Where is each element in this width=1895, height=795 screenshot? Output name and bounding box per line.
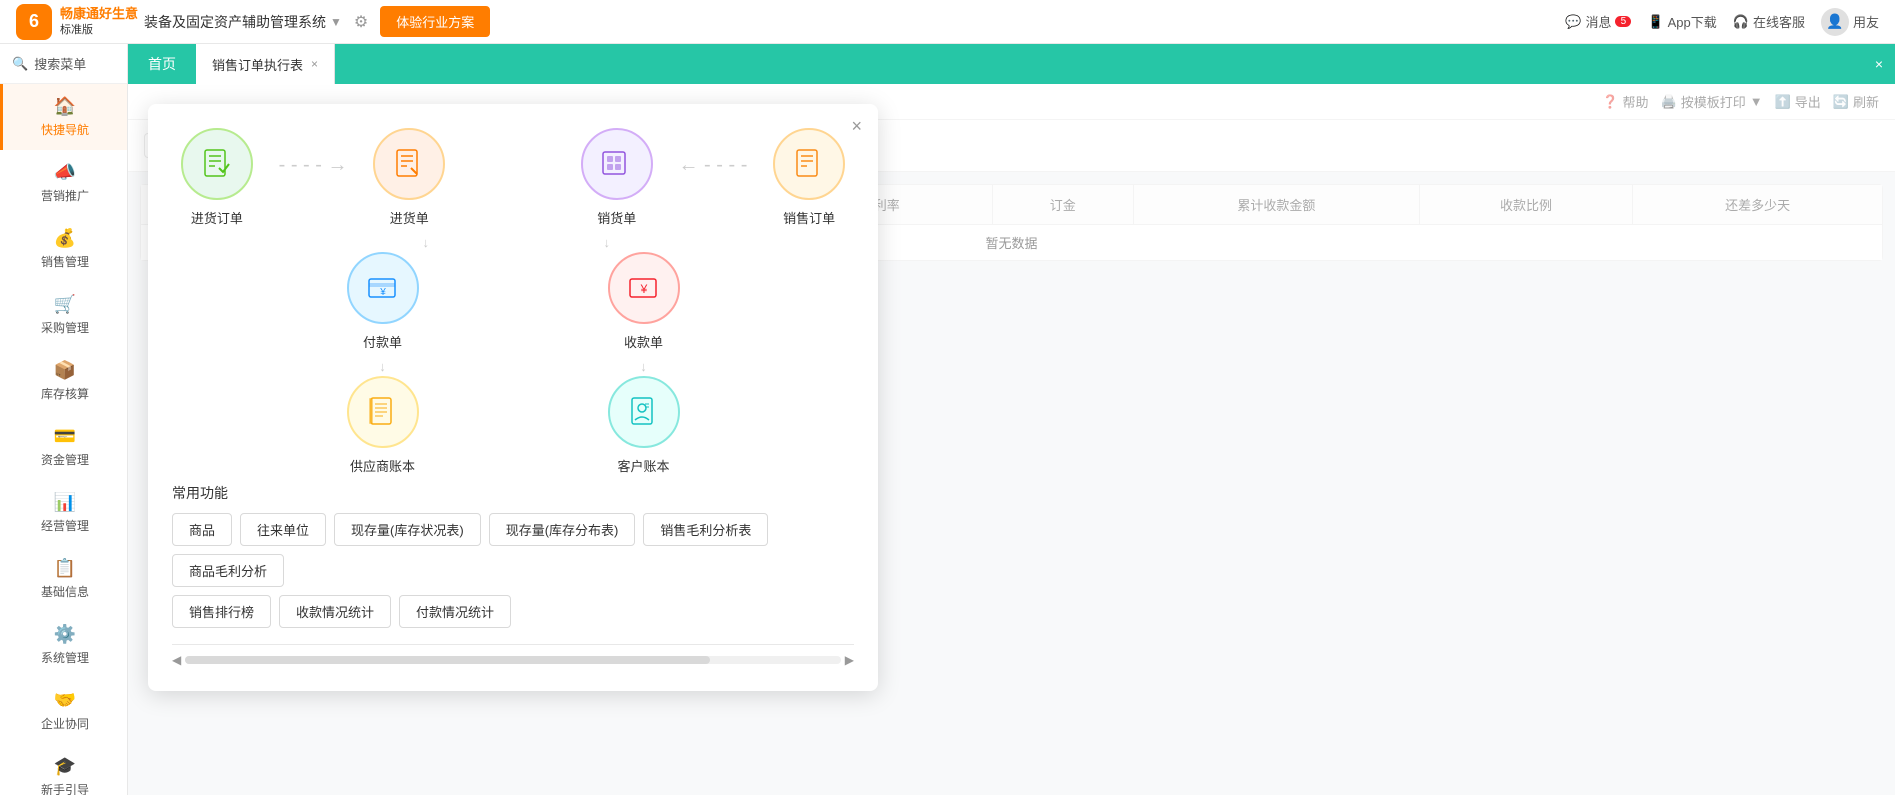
logo-area: 6 畅康通好生意 标准版	[16, 4, 144, 40]
purchase-order-icon	[181, 128, 253, 200]
phone-icon: 📱	[1647, 14, 1663, 30]
close-all-tabs-icon[interactable]: ×	[1875, 56, 1883, 72]
scroll-left-icon[interactable]: ◀	[172, 653, 181, 667]
sidebar: 🔍 搜索菜单 🏠 快捷导航 📣 营销推广 💰 销售管理 🛒 采购管理 📦	[0, 44, 128, 795]
guide-icon: 🎓	[54, 756, 76, 777]
flow-top-row: 进货订单 - - - - →	[172, 128, 854, 227]
message-icon: 💬	[1565, 14, 1581, 30]
sidebar-item-operations[interactable]: 📊 经营管理	[0, 480, 127, 546]
func-buttons-row2: 销售排行榜 收款情况统计 付款情况统计	[172, 595, 854, 628]
topbar-right: 💬 消息 5 📱 App下载 🎧 在线客服 👤 用友	[1565, 8, 1879, 36]
payment-bill-icon: ¥	[347, 252, 419, 324]
sidebar-item-quick-nav[interactable]: 🏠 快捷导航	[0, 84, 127, 150]
flow-mid-row: ¥ 付款单	[172, 252, 854, 351]
arrow-sales-order-to-bill: ← - - - -	[679, 154, 748, 201]
main-area: 🔍 搜索菜单 🏠 快捷导航 📣 营销推广 💰 销售管理 🛒 采购管理 📦	[0, 44, 1895, 795]
func-btn-stock-dist[interactable]: 现存量(库存分布表)	[489, 513, 636, 546]
func-btn-sales-margin[interactable]: 销售毛利分析表	[643, 513, 768, 546]
func-btn-partner[interactable]: 往来单位	[240, 513, 326, 546]
logo-text: 畅康通好生意 标准版	[60, 6, 138, 37]
flow-node-customer-ledger[interactable]: 客户账本	[608, 376, 680, 475]
scroll-thumb[interactable]	[185, 656, 709, 664]
sidebar-item-guide[interactable]: 🎓 新手引导	[0, 744, 127, 795]
modal-overlay: ×	[128, 84, 1895, 795]
purchase-icon: 🛒	[54, 294, 76, 315]
flow-node-purchase-bill[interactable]: 进货单	[373, 128, 445, 227]
func-btn-stock-status[interactable]: 现存量(库存状况表)	[334, 513, 481, 546]
system-name: 装备及固定资产辅助管理系统	[144, 12, 326, 32]
func-btn-product-margin[interactable]: 商品毛利分析	[172, 554, 284, 587]
func-btn-product[interactable]: 商品	[172, 513, 232, 546]
scroll-right-icon[interactable]: ▶	[845, 653, 854, 667]
settings-icon[interactable]: ⚙	[354, 12, 368, 32]
sidebar-item-system[interactable]: ⚙️ 系统管理	[0, 612, 127, 678]
inventory-icon: 📦	[54, 360, 76, 381]
sales-bill-icon	[581, 128, 653, 200]
flow-node-receipt-bill[interactable]: ¥ 收款单	[608, 252, 680, 351]
message-button[interactable]: 💬 消息 5	[1565, 12, 1631, 31]
horizontal-scrollbar: ◀ ▶	[172, 644, 854, 667]
receipt-bill-icon: ¥	[608, 252, 680, 324]
marketing-icon: 📣	[54, 162, 76, 183]
cooperation-icon: 🤝	[54, 690, 76, 711]
customer-ledger-icon	[608, 376, 680, 448]
basic-info-icon: 📋	[54, 558, 76, 579]
sidebar-item-cooperation[interactable]: 🤝 企业协同	[0, 678, 127, 744]
flow-node-sales-order[interactable]: 销售订单	[773, 128, 845, 227]
arrow-purchase-to-bill: - - - - →	[279, 154, 348, 201]
system-dropdown-icon[interactable]: ▼	[330, 15, 342, 29]
app-container: 6 畅康通好生意 标准版 装备及固定资产辅助管理系统 ▼ ⚙ 体验行业方案 💬 …	[0, 0, 1895, 795]
sidebar-item-marketing[interactable]: 📣 营销推广	[0, 150, 127, 216]
system-icon: ⚙️	[54, 624, 76, 645]
flow-node-purchase-order[interactable]: 进货订单	[181, 128, 253, 227]
app-download-button[interactable]: 📱 App下载	[1647, 12, 1716, 31]
headset-icon: 🎧	[1733, 14, 1749, 30]
flow-node-sales-bill[interactable]: 销货单	[581, 128, 653, 227]
content-area: 首页 销售订单执行表 × × ❓ 帮助	[128, 44, 1895, 795]
sidebar-item-sales[interactable]: 💰 销售管理	[0, 216, 127, 282]
purchase-bill-icon	[373, 128, 445, 200]
svg-text:¥: ¥	[379, 287, 386, 298]
flow-diagram: 进货订单 - - - - →	[172, 128, 854, 475]
modal-dialog: ×	[148, 104, 878, 691]
trial-button[interactable]: 体验行业方案	[380, 6, 490, 37]
finance-icon: 💳	[54, 426, 76, 447]
search-menu-button[interactable]: 🔍 搜索菜单	[0, 44, 127, 84]
tab-close-icon[interactable]: ×	[311, 57, 318, 71]
common-funcs-title: 常用功能	[172, 483, 854, 503]
operations-icon: 📊	[54, 492, 76, 513]
tab-sales-order[interactable]: 销售订单执行表 ×	[196, 44, 335, 84]
sidebar-item-purchase[interactable]: 🛒 采购管理	[0, 282, 127, 348]
sidebar-item-basic-info[interactable]: 📋 基础信息	[0, 546, 127, 612]
scroll-track[interactable]	[185, 656, 841, 664]
func-buttons-row1: 商品 往来单位 现存量(库存状况表) 现存量(库存分布表) 销售毛利分析表 商品…	[172, 513, 854, 587]
sales-order-icon	[773, 128, 845, 200]
common-functions: 常用功能 商品 往来单位 现存量(库存状况表) 现存量(库存分布表) 销售毛利分…	[172, 483, 854, 628]
tab-bar-right: ×	[1875, 56, 1895, 72]
system-area: 装备及固定资产辅助管理系统 ▼ ⚙ 体验行业方案	[144, 6, 1565, 37]
topbar: 6 畅康通好生意 标准版 装备及固定资产辅助管理系统 ▼ ⚙ 体验行业方案 💬 …	[0, 0, 1895, 44]
sales-icon: 💰	[54, 228, 76, 249]
flow-node-payment-bill[interactable]: ¥ 付款单	[347, 252, 419, 351]
page-content: ❓ 帮助 🖨️ 按模板打印 ▼ ⬆️ 导出 �	[128, 84, 1895, 795]
supplier-ledger-icon	[347, 376, 419, 448]
func-btn-payment-stat[interactable]: 付款情况统计	[399, 595, 511, 628]
home-icon: 🏠	[54, 96, 76, 117]
online-service-button[interactable]: 🎧 在线客服	[1733, 12, 1805, 31]
message-badge: 5	[1615, 16, 1631, 27]
svg-text:¥: ¥	[639, 282, 647, 296]
user-area[interactable]: 👤 用友	[1821, 8, 1879, 36]
logo-icon: 6	[16, 4, 52, 40]
search-icon: 🔍	[12, 56, 28, 72]
sidebar-item-inventory[interactable]: 📦 库存核算	[0, 348, 127, 414]
tab-home[interactable]: 首页	[128, 44, 196, 84]
func-btn-receipt-stat[interactable]: 收款情况统计	[279, 595, 391, 628]
tab-bar: 首页 销售订单执行表 × ×	[128, 44, 1895, 84]
avatar: 👤	[1821, 8, 1849, 36]
func-btn-sales-rank[interactable]: 销售排行榜	[172, 595, 271, 628]
flow-bot-row: 供应商账本	[172, 376, 854, 475]
flow-node-supplier-ledger[interactable]: 供应商账本	[347, 376, 419, 475]
sidebar-item-finance[interactable]: 💳 资金管理	[0, 414, 127, 480]
